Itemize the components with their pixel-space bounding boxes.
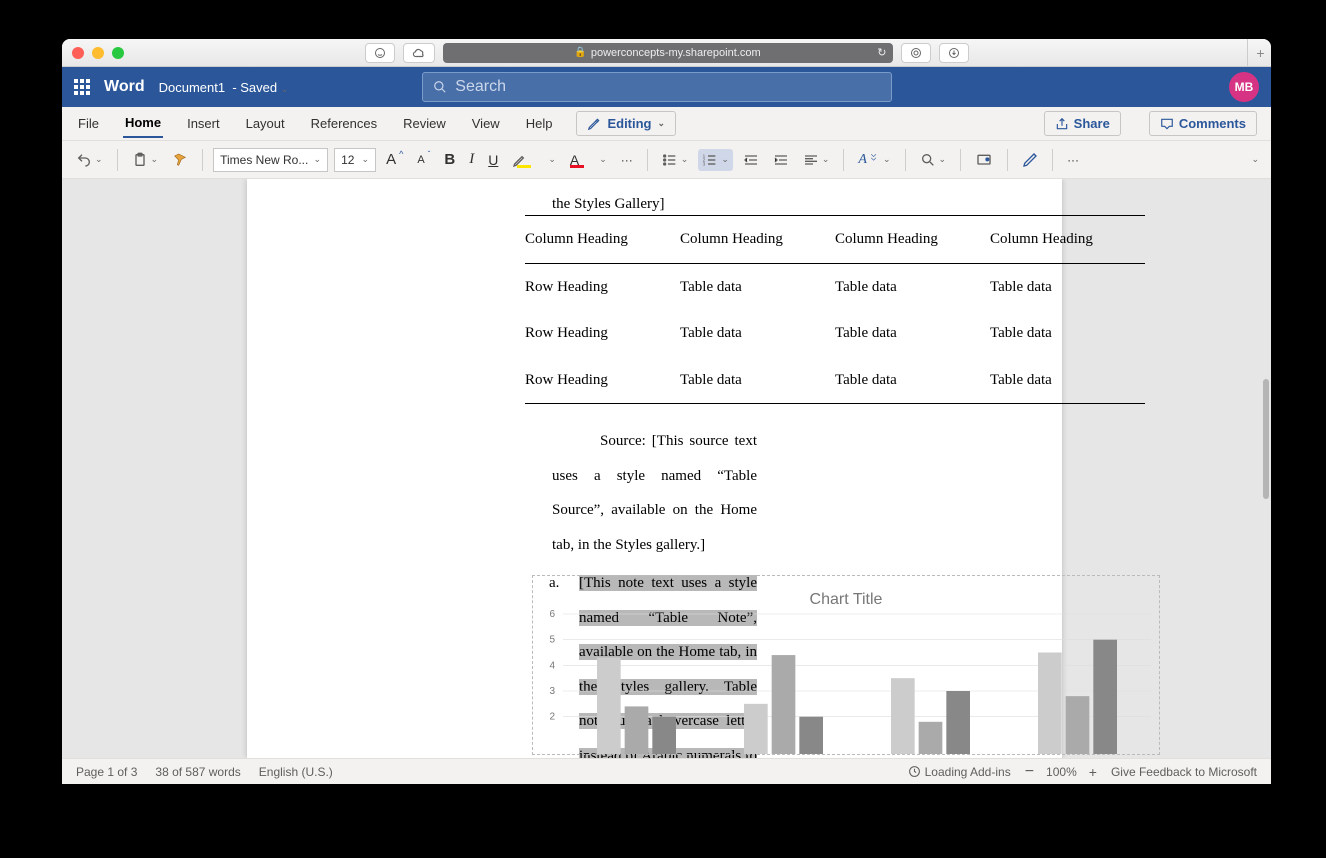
vertical-scrollbar[interactable] — [1263, 379, 1269, 499]
bold-button[interactable]: B — [440, 148, 459, 171]
tab-references[interactable]: References — [309, 110, 379, 137]
paste-button[interactable]: ⌄ — [128, 148, 163, 172]
bullets-button[interactable]: ⌄ — [658, 149, 693, 171]
dictate-button[interactable] — [971, 149, 997, 171]
close-window[interactable] — [72, 47, 84, 59]
font-selector[interactable]: Times New Ro...⌄ — [213, 148, 328, 172]
table-source: Source: [This source text uses a style n… — [552, 424, 757, 562]
numbering-button[interactable]: 123⌄ — [698, 149, 733, 171]
editing-mode-button[interactable]: Editing ⌄ — [576, 111, 676, 136]
tab-insert[interactable]: Insert — [185, 110, 222, 137]
reload-icon[interactable]: ↻ — [877, 46, 886, 59]
maximize-window[interactable] — [112, 47, 124, 59]
font-size-selector[interactable]: 12⌄ — [334, 148, 376, 172]
word-header: Word Document1 - Saved ⌄ Search MB — [62, 67, 1271, 107]
svg-text:4: 4 — [549, 660, 555, 671]
search-icon — [920, 152, 936, 168]
chart-canvas: 2 3 4 5 6 — [533, 608, 1160, 755]
pencil-icon — [587, 117, 601, 131]
tab-file[interactable]: File — [76, 110, 101, 137]
app-launcher-icon[interactable] — [74, 79, 90, 95]
ribbon-tabs: File Home Insert Layout References Revie… — [62, 107, 1271, 141]
collapse-ribbon-button[interactable]: ⌄ — [1247, 151, 1263, 168]
zoom-control: − 100% + — [1025, 763, 1097, 781]
page-indicator[interactable]: Page 1 of 3 — [76, 765, 137, 779]
table-row: Row HeadingTable dataTable dataTable dat… — [525, 357, 1145, 404]
mac-titlebar: 🔒 powerconcepts-my.sharepoint.com ↻ + — [62, 39, 1271, 67]
word-count[interactable]: 38 of 587 words — [155, 765, 240, 779]
language-indicator[interactable]: English (U.S.) — [259, 765, 333, 779]
format-painter-button[interactable] — [168, 149, 192, 171]
search-input[interactable]: Search — [422, 72, 892, 102]
status-bar: Page 1 of 3 38 of 587 words English (U.S… — [62, 758, 1271, 784]
undo-button[interactable]: ⌄ — [72, 149, 107, 171]
tab-review[interactable]: Review — [401, 110, 448, 137]
comment-icon — [1160, 117, 1174, 131]
italic-button[interactable]: I — [465, 148, 478, 171]
ribbon-toolbar: ⌄ ⌄ Times New Ro...⌄ 12⌄ A^ Aˇ B I U ⌄ A… — [62, 141, 1271, 179]
decrease-indent-button[interactable] — [739, 149, 763, 171]
chart-object[interactable]: Chart Title 23456 — [532, 575, 1160, 755]
align-button[interactable]: ⌄ — [799, 149, 834, 171]
new-tab-button[interactable]: + — [1247, 39, 1271, 66]
body-text: the Styles Gallery] — [552, 187, 664, 222]
editor-button[interactable] — [1018, 149, 1042, 171]
styles-button[interactable]: A⌄ — [854, 149, 894, 171]
more-font-button[interactable]: ··· — [617, 150, 637, 170]
info-button[interactable] — [901, 43, 931, 63]
tab-home[interactable]: Home — [123, 109, 163, 138]
tab-view[interactable]: View — [470, 110, 502, 137]
table-row: Row HeadingTable dataTable dataTable dat… — [525, 263, 1145, 310]
more-commands-button[interactable]: ··· — [1063, 150, 1083, 170]
word-brand: Word — [104, 78, 145, 96]
addins-status: Loading Add-ins — [908, 765, 1010, 779]
document-title[interactable]: Document1 - Saved ⌄ — [159, 80, 289, 95]
grow-font-button[interactable]: A^ — [382, 148, 407, 171]
share-icon — [1055, 117, 1069, 131]
cloud-button[interactable] — [403, 43, 435, 63]
table-header-row: Column HeadingColumn HeadingColumn Headi… — [525, 216, 1145, 264]
svg-text:5: 5 — [549, 635, 555, 646]
increase-indent-button[interactable] — [769, 149, 793, 171]
traffic-lights — [72, 47, 124, 59]
download-button[interactable] — [939, 43, 969, 63]
url-text: powerconcepts-my.sharepoint.com — [591, 47, 761, 59]
avatar[interactable]: MB — [1229, 72, 1259, 102]
zoom-out-button[interactable]: − — [1025, 763, 1034, 781]
underline-button[interactable]: U — [484, 149, 502, 171]
find-button[interactable]: ⌄ — [916, 149, 951, 171]
highlight-button[interactable]: ⌄ — [508, 149, 560, 171]
document-area: the Styles Gallery] Column HeadingColumn… — [62, 179, 1271, 758]
document-page[interactable]: the Styles Gallery] Column HeadingColumn… — [247, 179, 1062, 758]
address-bar[interactable]: 🔒 powerconcepts-my.sharepoint.com ↻ — [443, 43, 893, 63]
shrink-font-button[interactable]: Aˇ — [413, 151, 434, 169]
share-button[interactable]: Share — [1044, 111, 1121, 136]
comments-button[interactable]: Comments — [1149, 111, 1257, 136]
svg-text:3: 3 — [549, 686, 555, 697]
search-icon — [433, 80, 447, 94]
zoom-in-button[interactable]: + — [1089, 764, 1097, 780]
app-window: 🔒 powerconcepts-my.sharepoint.com ↻ + Wo… — [62, 39, 1271, 784]
sample-table: Column HeadingColumn HeadingColumn Headi… — [525, 215, 1145, 404]
lock-icon: 🔒 — [574, 47, 586, 58]
font-color-button[interactable]: A⌄ — [566, 149, 611, 171]
minimize-window[interactable] — [92, 47, 104, 59]
svg-text:6: 6 — [549, 609, 555, 620]
feedback-link[interactable]: Give Feedback to Microsoft — [1111, 765, 1257, 779]
zoom-level[interactable]: 100% — [1046, 765, 1077, 779]
svg-text:2: 2 — [549, 712, 555, 723]
pen-icon — [1022, 152, 1038, 168]
privacy-button[interactable] — [365, 43, 395, 63]
tab-layout[interactable]: Layout — [244, 110, 287, 137]
svg-text:3: 3 — [703, 161, 706, 166]
table-row: Row HeadingTable dataTable dataTable dat… — [525, 310, 1145, 357]
tab-help[interactable]: Help — [524, 110, 555, 137]
